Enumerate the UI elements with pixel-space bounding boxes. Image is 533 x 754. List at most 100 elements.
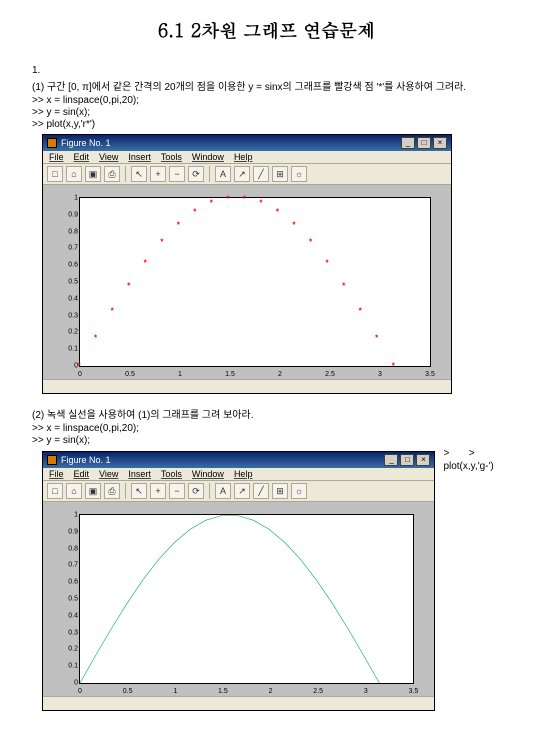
arrow-icon[interactable]: ↖: [131, 166, 147, 182]
chart-marker: *: [210, 201, 215, 206]
menu-tools[interactable]: Tools: [161, 469, 182, 479]
arrow2-icon[interactable]: ↗: [234, 483, 250, 499]
open-icon[interactable]: ⌂: [66, 166, 82, 182]
zoomout-icon[interactable]: −: [169, 166, 185, 182]
maximize-button[interactable]: □: [417, 137, 431, 149]
plot-scatter: 00.10.20.30.40.50.60.70.80.9100.511.522.…: [80, 198, 430, 366]
figure-statusbar: [43, 696, 434, 710]
zoomin-icon[interactable]: +: [150, 483, 166, 499]
minimize-button[interactable]: _: [401, 137, 415, 149]
chart-marker: *: [160, 240, 165, 245]
code-line: >> y = sin(x);: [32, 107, 501, 118]
line-icon[interactable]: ╱: [253, 483, 269, 499]
matlab-figure-icon: [47, 138, 57, 148]
rotate-icon[interactable]: ⟳: [188, 483, 204, 499]
open-icon[interactable]: ⌂: [66, 483, 82, 499]
figure-toolbar: □ ⌂ ▣ ⎙ ↖ + − ⟳ A ↗ ╱ ⊞ ☼: [43, 164, 451, 185]
menu-insert[interactable]: Insert: [128, 152, 151, 162]
code-plot: plot(x,y,'g-'): [443, 461, 493, 472]
figure-canvas: 00.10.20.30.40.50.60.70.80.9100.511.522.…: [43, 185, 451, 379]
chart-curve: [80, 515, 413, 683]
plot-line: 00.10.20.30.40.50.60.70.80.9100.511.522.…: [80, 515, 413, 683]
prompt-char: >: [443, 448, 449, 459]
menu-insert[interactable]: Insert: [128, 469, 151, 479]
code-line: >> plot(x,y,'r*'): [32, 119, 501, 130]
figure-toolbar: □ ⌂ ▣ ⎙ ↖ + − ⟳ A ↗ ╱ ⊞ ☼: [43, 481, 434, 502]
figure-menubar: File Edit View Insert Tools Window Help: [43, 151, 451, 164]
question-number: 1.: [32, 65, 501, 76]
figure-menubar: File Edit View Insert Tools Window Help: [43, 468, 434, 481]
chart-marker: *: [309, 240, 314, 245]
menu-view[interactable]: View: [99, 469, 118, 479]
zoomout-icon[interactable]: −: [169, 483, 185, 499]
chart-marker: *: [78, 364, 83, 369]
light-icon[interactable]: ☼: [291, 483, 307, 499]
axes-icon[interactable]: ⊞: [272, 483, 288, 499]
figure-statusbar: [43, 379, 451, 393]
code-line: >> y = sin(x);: [32, 435, 501, 446]
toolbar-separator: [125, 483, 126, 499]
matlab-figure-icon: [47, 455, 57, 465]
text-icon[interactable]: A: [215, 166, 231, 182]
line-icon[interactable]: ╱: [253, 166, 269, 182]
toolbar-separator: [209, 166, 210, 182]
menu-file[interactable]: File: [49, 469, 64, 479]
chart-marker: *: [177, 223, 182, 228]
menu-edit[interactable]: Edit: [74, 469, 90, 479]
rotate-icon[interactable]: ⟳: [188, 166, 204, 182]
prompt-char: >: [469, 448, 475, 459]
code-line: >> x = linspace(0,pi,20);: [32, 95, 501, 106]
chart-marker: *: [276, 210, 281, 215]
menu-window[interactable]: Window: [192, 152, 224, 162]
part2-desc: (2) 녹색 실선을 사용하여 (1)의 그래프를 그려 보아라.: [32, 406, 501, 421]
chart-marker: *: [325, 260, 330, 265]
axes-icon[interactable]: ⊞: [272, 166, 288, 182]
new-icon[interactable]: □: [47, 166, 63, 182]
light-icon[interactable]: ☼: [291, 166, 307, 182]
chart-marker: *: [226, 196, 231, 201]
figure-title: Figure No. 1: [61, 455, 111, 465]
chart-marker: *: [193, 210, 198, 215]
save-icon[interactable]: ▣: [85, 483, 101, 499]
code-line: >> x = linspace(0,pi,20);: [32, 423, 501, 434]
menu-file[interactable]: File: [49, 152, 64, 162]
figure-title: Figure No. 1: [61, 138, 111, 148]
chart-marker: *: [94, 336, 99, 341]
text-icon[interactable]: A: [215, 483, 231, 499]
plot-area: 00.10.20.30.40.50.60.70.80.9100.511.522.…: [79, 197, 431, 367]
menu-help[interactable]: Help: [234, 469, 253, 479]
menu-help[interactable]: Help: [234, 152, 253, 162]
arrow2-icon[interactable]: ↗: [234, 166, 250, 182]
menu-view[interactable]: View: [99, 152, 118, 162]
figure-titlebar[interactable]: Figure No. 1 _ □ ×: [43, 452, 434, 468]
chart-marker: *: [392, 364, 397, 369]
toolbar-separator: [125, 166, 126, 182]
side-code: > > plot(x,y,'g-'): [443, 447, 501, 473]
maximize-button[interactable]: □: [400, 454, 414, 466]
close-button[interactable]: ×: [416, 454, 430, 466]
menu-edit[interactable]: Edit: [74, 152, 90, 162]
print-icon[interactable]: ⎙: [104, 483, 120, 499]
menu-window[interactable]: Window: [192, 469, 224, 479]
figure-titlebar[interactable]: Figure No. 1 _ □ ×: [43, 135, 451, 151]
zoomin-icon[interactable]: +: [150, 166, 166, 182]
minimize-button[interactable]: _: [384, 454, 398, 466]
print-icon[interactable]: ⎙: [104, 166, 120, 182]
arrow-icon[interactable]: ↖: [131, 483, 147, 499]
page-title: 6.1 2차원 그래프 연습문제: [32, 18, 501, 43]
chart-marker: *: [259, 201, 264, 206]
chart-marker: *: [111, 309, 116, 314]
chart-marker: *: [144, 260, 149, 265]
close-button[interactable]: ×: [433, 137, 447, 149]
figure-window-2: Figure No. 1 _ □ × File Edit View Insert…: [42, 451, 435, 711]
menu-tools[interactable]: Tools: [161, 152, 182, 162]
plot-area: 00.10.20.30.40.50.60.70.80.9100.511.522.…: [79, 514, 414, 684]
new-icon[interactable]: □: [47, 483, 63, 499]
figure-canvas: 00.10.20.30.40.50.60.70.80.9100.511.522.…: [43, 502, 434, 696]
chart-marker: *: [127, 284, 132, 289]
save-icon[interactable]: ▣: [85, 166, 101, 182]
chart-marker: *: [375, 336, 380, 341]
chart-marker: *: [342, 284, 347, 289]
toolbar-separator: [209, 483, 210, 499]
chart-marker: *: [243, 196, 248, 201]
